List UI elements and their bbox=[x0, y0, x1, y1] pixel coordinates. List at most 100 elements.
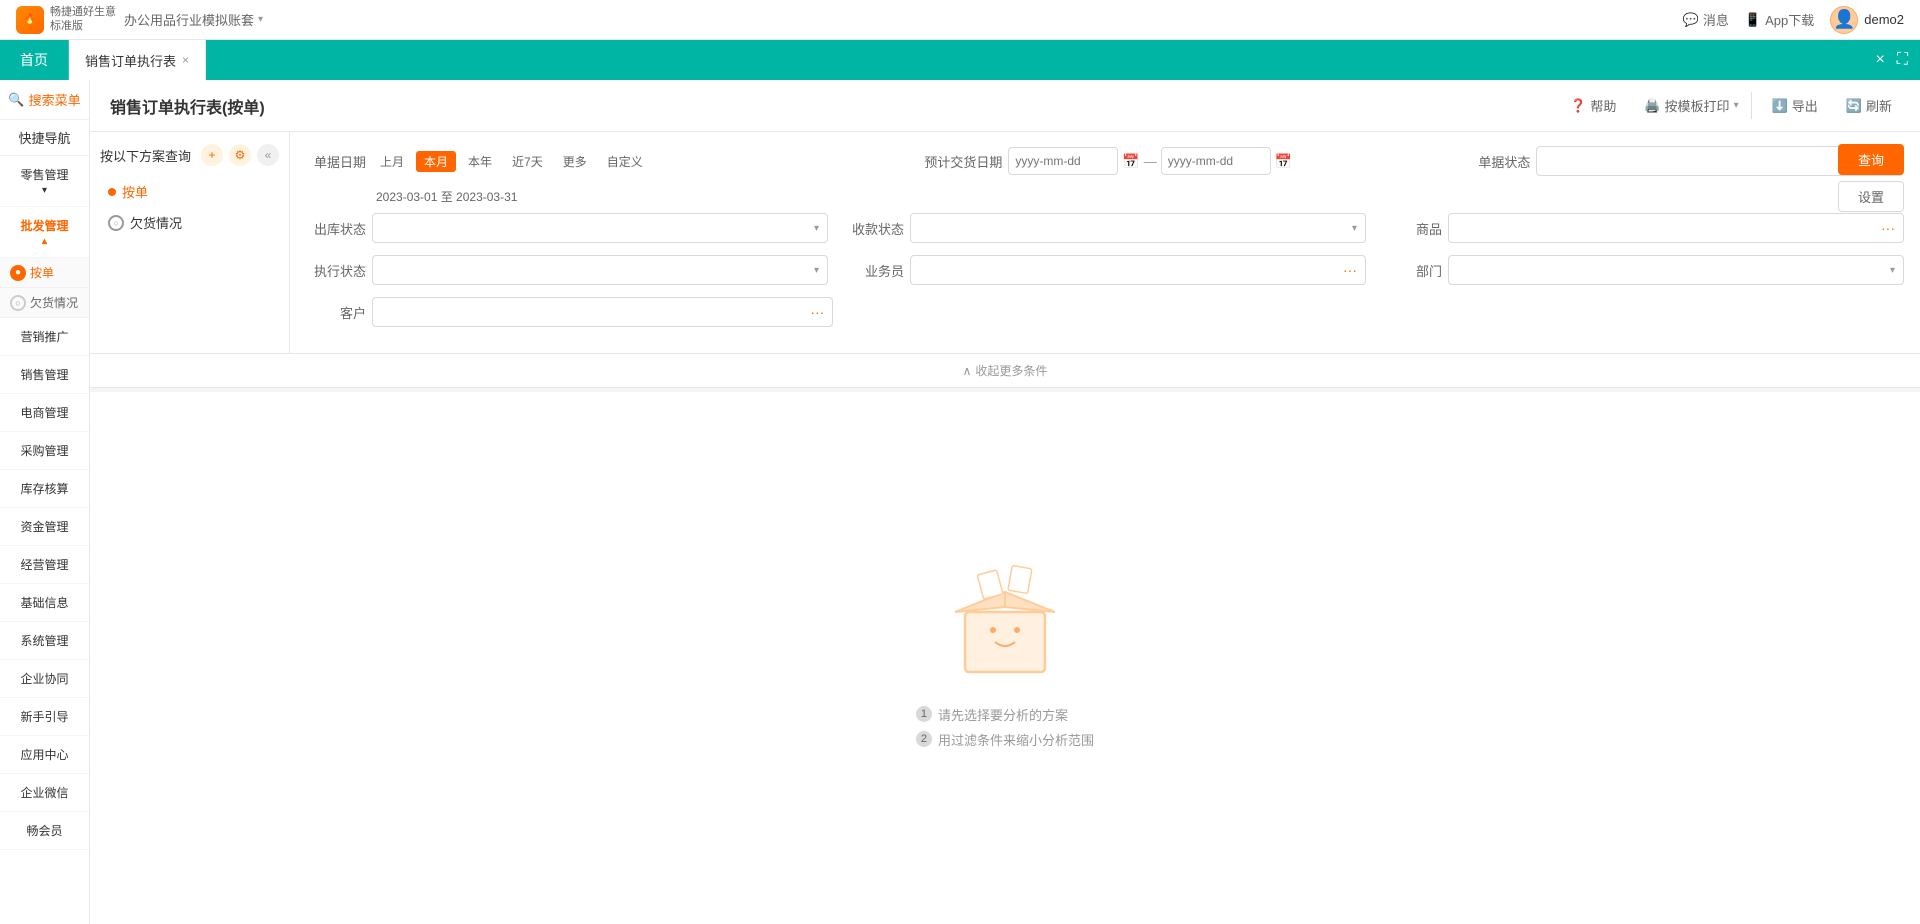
empty-state: 1 请先选择要分析的方案 2 用过滤条件来缩小分析范围 bbox=[90, 392, 1920, 924]
breadcrumb: 办公用品行业模拟账套 ▾ bbox=[124, 10, 263, 29]
user-area[interactable]: 👤 demo2 bbox=[1830, 6, 1904, 34]
bill-date-field: 单据日期 上月 本月 本年 近7天 更多 自定义 bbox=[306, 151, 908, 172]
export-button[interactable]: ⬇️ 导出 bbox=[1764, 92, 1826, 119]
expected-delivery-label: 预计交货日期 bbox=[924, 152, 1002, 171]
collapse-bar[interactable]: ∧ 收起更多条件 bbox=[90, 354, 1920, 388]
customer-more-icon[interactable]: ··· bbox=[810, 304, 824, 320]
date-btn-this-month[interactable]: 本月 bbox=[416, 151, 456, 172]
filter-scheme-icons: + ⚙ « bbox=[201, 144, 279, 166]
sidebar-item-finance[interactable]: 资金管理 bbox=[0, 508, 89, 546]
message-button[interactable]: 💬 消息 bbox=[1683, 10, 1729, 29]
sidebar-item-newuser[interactable]: 新手引导 bbox=[0, 698, 89, 736]
tab-home[interactable]: 首页 bbox=[0, 40, 69, 80]
calendar-start-icon[interactable]: 📅 bbox=[1122, 153, 1139, 170]
salesperson-more-icon[interactable]: ··· bbox=[1343, 262, 1357, 278]
goods-more-icon[interactable]: ··· bbox=[1881, 220, 1895, 236]
salesperson-input-area[interactable]: ··· bbox=[910, 255, 1366, 285]
sidebar: 🔍 搜索菜单 快捷导航 零售管理 ▾ 批发管理 ▴ ● 按单 ○ 欠货情况 营销… bbox=[0, 80, 90, 924]
exec-status-field: 执行状态 ▾ bbox=[306, 255, 828, 285]
department-arrow-icon: ▾ bbox=[1890, 265, 1895, 276]
active-dot: ● bbox=[10, 265, 26, 281]
sidebar-item-wholesale[interactable]: 批发管理 ▴ bbox=[0, 207, 89, 258]
filter-scheme-header: 按以下方案查询 + ⚙ « bbox=[100, 144, 279, 166]
date-btn-last-month[interactable]: 上月 bbox=[372, 151, 412, 172]
filter-scheme-panel: 按以下方案查询 + ⚙ « 按单 ○ 欠货情况 bbox=[90, 132, 290, 353]
page-header: 销售订单执行表(按单) ❓ 帮助 🖨️ 按模板打印 ▾ ⬇️ 导出 🔄 刷新 bbox=[90, 80, 1920, 132]
date-btn-custom[interactable]: 自定义 bbox=[599, 151, 651, 172]
header-actions: ❓ 帮助 🖨️ 按模板打印 ▾ ⬇️ 导出 🔄 刷新 bbox=[1562, 92, 1900, 119]
customer-input-area[interactable]: ··· bbox=[372, 297, 833, 327]
app-download-button[interactable]: 📱 App下载 bbox=[1745, 10, 1814, 29]
breadcrumb-chevron-icon[interactable]: ▾ bbox=[258, 14, 263, 25]
chevron-down-icon: ▾ bbox=[42, 185, 47, 196]
quick-nav-button[interactable]: 快捷导航 bbox=[0, 120, 89, 156]
scheme-nav-by-order[interactable]: 按单 bbox=[100, 176, 279, 207]
sidebar-item-member[interactable]: 畅会员 bbox=[0, 812, 89, 850]
print-dropdown-icon[interactable]: ▾ bbox=[1734, 100, 1739, 111]
help-icon: ❓ bbox=[1570, 98, 1586, 114]
empty-hint-1: 1 请先选择要分析的方案 bbox=[916, 705, 1094, 724]
goods-input-area[interactable]: ··· bbox=[1448, 213, 1904, 243]
date-btn-more[interactable]: 更多 bbox=[555, 151, 595, 172]
sidebar-item-inventory[interactable]: 库存核算 bbox=[0, 470, 89, 508]
department-select[interactable]: ▾ bbox=[1448, 255, 1904, 285]
close-window-button[interactable]: × bbox=[1871, 47, 1888, 73]
query-button[interactable]: 查询 bbox=[1838, 144, 1904, 175]
sidebar-item-basic[interactable]: 基础信息 bbox=[0, 584, 89, 622]
search-menu-button[interactable]: 🔍 搜索菜单 bbox=[0, 80, 89, 120]
sidebar-item-purchase[interactable]: 采购管理 bbox=[0, 432, 89, 470]
filter-row-2: 出库状态 ▾ 收款状态 ▾ bbox=[306, 213, 1904, 243]
date-separator: — bbox=[1144, 154, 1157, 169]
hint-number-2: 2 bbox=[916, 731, 932, 747]
date-range-inputs: 📅 — 📅 bbox=[1008, 147, 1292, 175]
sidebar-subitem-by-order[interactable]: ● 按单 bbox=[0, 258, 89, 288]
username-label: demo2 bbox=[1864, 12, 1904, 27]
logo-text: 畅捷通好生意 标准版 bbox=[50, 6, 116, 32]
empty-hint-2: 2 用过滤条件来缩小分析范围 bbox=[916, 730, 1094, 749]
sidebar-item-retail[interactable]: 零售管理 ▾ bbox=[0, 156, 89, 207]
add-scheme-button[interactable]: + bbox=[201, 144, 223, 166]
calendar-end-icon[interactable]: 📅 bbox=[1275, 153, 1292, 170]
settings-button[interactable]: 设置 bbox=[1838, 181, 1904, 212]
logo-area[interactable]: 🔥 畅捷通好生意 标准版 bbox=[16, 6, 116, 34]
sidebar-item-wechat[interactable]: 企业微信 bbox=[0, 774, 89, 812]
delivery-status-select[interactable]: ▾ bbox=[372, 213, 828, 243]
refresh-button[interactable]: 🔄 刷新 bbox=[1838, 92, 1900, 119]
sidebar-item-appstore[interactable]: 应用中心 bbox=[0, 736, 89, 774]
sidebar-item-ecommerce[interactable]: 电商管理 bbox=[0, 394, 89, 432]
sidebar-item-sales[interactable]: 销售管理 bbox=[0, 356, 89, 394]
bill-status-label: 单据状态 bbox=[1470, 152, 1530, 171]
print-button[interactable]: 🖨️ 按模板打印 ▾ bbox=[1636, 92, 1751, 119]
expected-delivery-field: 预计交货日期 📅 — 📅 bbox=[924, 147, 1454, 175]
date-btn-last-7-days[interactable]: 近7天 bbox=[504, 151, 551, 172]
scheme-nav-by-owed[interactable]: ○ 欠货情况 bbox=[100, 207, 279, 238]
edit-scheme-button[interactable]: ⚙ bbox=[229, 144, 251, 166]
filter-scheme-title: 按以下方案查询 bbox=[100, 146, 191, 165]
help-button[interactable]: ❓ 帮助 bbox=[1562, 92, 1624, 119]
tab-bar: 首页 销售订单执行表 × × ⛶ bbox=[0, 40, 1920, 80]
tab-close-icon[interactable]: × bbox=[182, 53, 189, 67]
active-nav-dot bbox=[108, 188, 116, 196]
date-end-input[interactable] bbox=[1161, 147, 1271, 175]
date-btn-this-year[interactable]: 本年 bbox=[460, 151, 500, 172]
receipt-status-select[interactable]: ▾ bbox=[910, 213, 1366, 243]
tab-active[interactable]: 销售订单执行表 × bbox=[69, 40, 206, 80]
sidebar-item-marketing[interactable]: 营销推广 bbox=[0, 318, 89, 356]
date-start-input[interactable] bbox=[1008, 147, 1118, 175]
exec-status-label: 执行状态 bbox=[306, 261, 366, 280]
sidebar-item-operations[interactable]: 经营管理 bbox=[0, 546, 89, 584]
logo-icon: 🔥 bbox=[16, 6, 44, 34]
customer-field: 客户 ··· bbox=[306, 297, 833, 327]
exec-status-select[interactable]: ▾ bbox=[372, 255, 828, 285]
empty-illustration bbox=[945, 562, 1065, 685]
exec-status-arrow-icon: ▾ bbox=[814, 265, 819, 276]
sidebar-item-enterprise[interactable]: 企业协同 bbox=[0, 660, 89, 698]
expand-window-button[interactable]: ⛶ bbox=[1893, 47, 1912, 73]
department-label: 部门 bbox=[1382, 261, 1442, 280]
sidebar-item-system[interactable]: 系统管理 bbox=[0, 622, 89, 660]
sidebar-subitem-owed[interactable]: ○ 欠货情况 bbox=[0, 288, 89, 318]
collapse-scheme-button[interactable]: « bbox=[257, 144, 279, 166]
mobile-icon: 📱 bbox=[1745, 12, 1761, 28]
filter-row-1: 单据日期 上月 本月 本年 近7天 更多 自定义 预计交货日期 bbox=[306, 146, 1904, 176]
message-icon: 💬 bbox=[1683, 12, 1699, 28]
